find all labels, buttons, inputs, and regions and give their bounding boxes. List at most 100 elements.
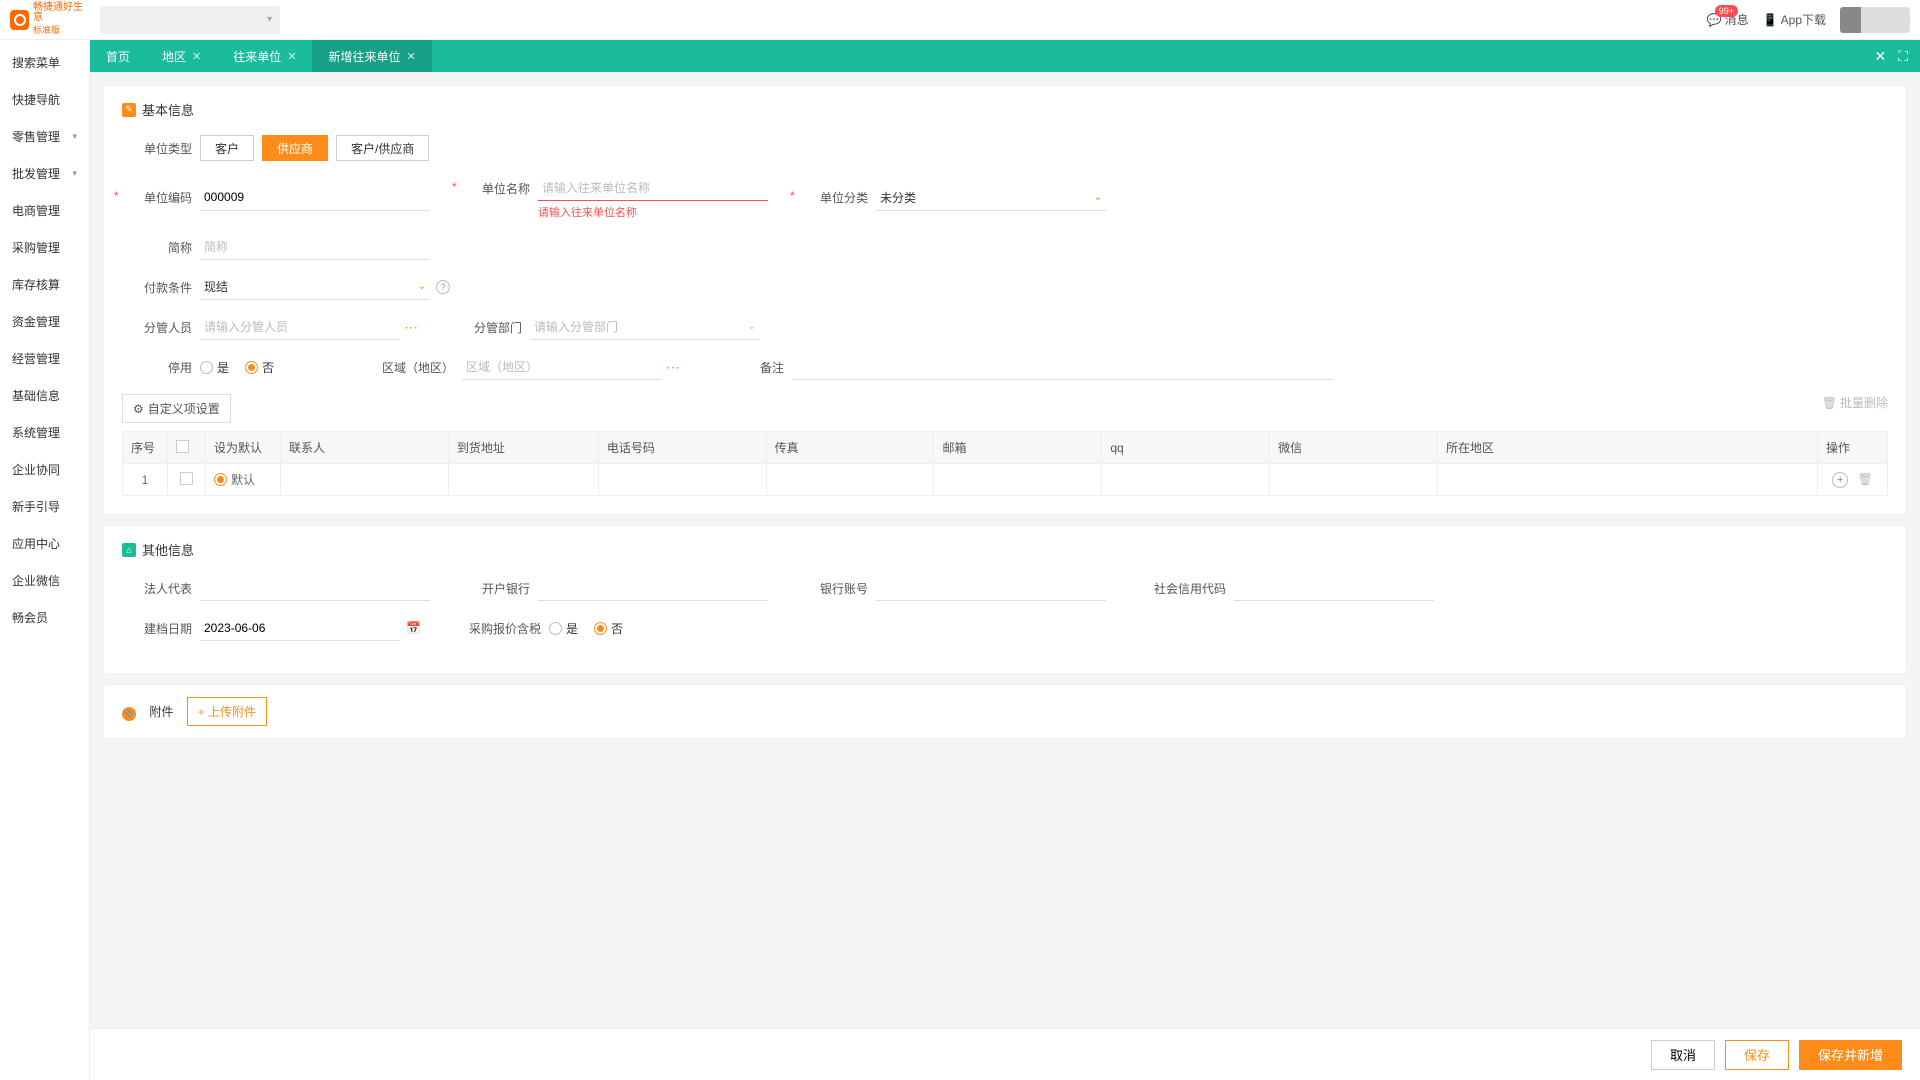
shortname-input[interactable] — [200, 234, 430, 260]
credit-label: 社会信用代码 — [1136, 580, 1226, 597]
legal-input[interactable] — [200, 575, 430, 601]
region-input[interactable] — [462, 354, 662, 380]
col-fax: 传真 — [766, 432, 934, 464]
manager-input[interactable] — [200, 314, 400, 340]
cell-email[interactable] — [934, 464, 1102, 496]
unit-type-customer[interactable]: 客户 — [200, 135, 254, 161]
close-icon[interactable]: ✕ — [407, 50, 416, 63]
unit-type-both[interactable]: 客户/供应商 — [336, 135, 429, 161]
other-info-title: 其他信息 — [142, 540, 194, 559]
cell-fax[interactable] — [766, 464, 934, 496]
dept-select[interactable]: 请输入分管部门 ⌄ — [530, 314, 760, 340]
manager-label: 分管人员 — [122, 319, 192, 336]
sidebar-item-11[interactable]: 企业协同 — [0, 451, 89, 488]
tab-2[interactable]: 往来单位✕ — [217, 40, 312, 72]
mobile-icon: 📱 — [1763, 13, 1778, 27]
col-wechat: 微信 — [1270, 432, 1438, 464]
messages-badge: 99+ — [1715, 5, 1738, 17]
filedate-input[interactable] — [200, 615, 400, 641]
cell-loc[interactable] — [1438, 464, 1818, 496]
region-label: 区域（地区） — [364, 359, 454, 376]
tab-3[interactable]: 新增往来单位✕ — [312, 40, 431, 72]
sidebar-item-7[interactable]: 资金管理 — [0, 303, 89, 340]
help-icon[interactable]: ? — [436, 280, 450, 294]
tax-yes-radio[interactable]: 是 — [549, 620, 578, 637]
cell-addr[interactable] — [448, 464, 598, 496]
sidebar-item-8[interactable]: 经营管理 — [0, 340, 89, 377]
cell-wechat[interactable] — [1270, 464, 1438, 496]
account-input[interactable] — [876, 575, 1106, 601]
sidebar-item-0[interactable]: 搜索菜单 — [0, 44, 89, 81]
table-row: 1 默认 — [123, 464, 1888, 496]
remark-input[interactable] — [792, 354, 1332, 380]
save-button[interactable]: 保存 — [1725, 1040, 1789, 1070]
tax-no-radio[interactable]: 否 — [594, 620, 623, 637]
unit-name-input[interactable] — [538, 175, 768, 201]
attachment-icon: 📎 — [122, 707, 136, 721]
contacts-table: 序号 设为默认 联系人 到货地址 电话号码 传真 邮箱 qq 微信 所在地区 — [122, 431, 1888, 496]
cell-contact[interactable] — [281, 464, 449, 496]
unit-code-input[interactable] — [200, 185, 430, 211]
sidebar-item-12[interactable]: 新手引导 — [0, 488, 89, 525]
unit-type-supplier[interactable]: 供应商 — [262, 135, 328, 161]
sidebar-item-4[interactable]: 电商管理 — [0, 192, 89, 229]
messages-button[interactable]: 💬 消息 99+ — [1707, 11, 1749, 28]
row-delete-button[interactable]: 🗑 — [1858, 472, 1873, 486]
row-default-radio[interactable]: 默认 — [214, 471, 272, 488]
unit-type-label: 单位类型 — [122, 140, 192, 157]
row-add-button[interactable]: + — [1832, 472, 1848, 488]
chevron-down-icon: ⌄ — [1094, 192, 1102, 203]
tab-0[interactable]: 首页 — [90, 40, 146, 72]
sidebar-item-5[interactable]: 采购管理 — [0, 229, 89, 266]
sidebar-item-14[interactable]: 企业微信 — [0, 562, 89, 599]
manager-picker-icon[interactable]: ⋯ — [400, 319, 422, 336]
cell-qq[interactable] — [1102, 464, 1270, 496]
user-avatar[interactable] — [1840, 7, 1910, 33]
logo-subtext: 标准版 — [33, 23, 90, 36]
calendar-icon[interactable]: 📅 — [406, 621, 421, 635]
close-icon[interactable]: ✕ — [192, 50, 201, 63]
stop-yes-radio[interactable]: 是 — [200, 359, 229, 376]
app-download-button[interactable]: 📱 App下载 — [1763, 11, 1826, 28]
close-icon[interactable]: ✕ — [287, 50, 296, 63]
sidebar-item-15[interactable]: 畅会员 — [0, 599, 89, 636]
sidebar-item-9[interactable]: 基础信息 — [0, 377, 89, 414]
unit-class-select[interactable]: 未分类 ⌄ — [876, 185, 1106, 211]
upload-attachment-button[interactable]: + 上传附件 — [187, 697, 267, 726]
row-checkbox[interactable] — [180, 472, 193, 485]
cell-phone[interactable] — [598, 464, 766, 496]
app-download-label: App下载 — [1781, 11, 1826, 28]
payterm-select[interactable]: 现结 ⌄ — [200, 274, 430, 300]
fullscreen-button[interactable]: ⛶ — [1898, 48, 1908, 65]
basic-info-title: 基本信息 — [142, 100, 194, 119]
sidebar-item-10[interactable]: 系统管理 — [0, 414, 89, 451]
top-header: 畅捷通好生意 标准版 ▾ 💬 消息 99+ 📱 App下载 — [0, 0, 1920, 40]
col-contact: 联系人 — [281, 432, 449, 464]
sidebar-item-13[interactable]: 应用中心 — [0, 525, 89, 562]
org-selector[interactable]: ▾ — [100, 6, 280, 34]
custom-fields-button[interactable]: ⚙ 自定义项设置 — [122, 394, 231, 423]
unit-name-label: 单位名称 — [460, 180, 530, 197]
sidebar-item-1[interactable]: 快捷导航 — [0, 81, 89, 118]
save-and-new-button[interactable]: 保存并新增 — [1799, 1040, 1902, 1070]
bank-input[interactable] — [538, 575, 768, 601]
filedate-label: 建档日期 — [122, 620, 192, 637]
credit-input[interactable] — [1234, 575, 1434, 601]
col-addr: 到货地址 — [448, 432, 598, 464]
sidebar-item-3[interactable]: 批发管理▾ — [0, 155, 89, 192]
shortname-label: 简称 — [122, 239, 192, 256]
region-picker-icon[interactable]: ⋯ — [662, 359, 684, 376]
sidebar-item-2[interactable]: 零售管理▾ — [0, 118, 89, 155]
tab-1[interactable]: 地区✕ — [146, 40, 217, 72]
stop-label: 停用 — [122, 359, 192, 376]
caret-down-icon: ▾ — [72, 168, 77, 179]
batch-delete-button[interactable]: 🗑 批量删除 — [1822, 394, 1888, 411]
sidebar-item-6[interactable]: 库存核算 — [0, 266, 89, 303]
stop-no-radio[interactable]: 否 — [245, 359, 274, 376]
unit-type-segment: 客户 供应商 客户/供应商 — [200, 135, 429, 161]
payterm-value: 现结 — [204, 278, 228, 295]
checkbox-all[interactable] — [176, 440, 189, 453]
close-all-tabs-button[interactable]: ✕ — [1874, 48, 1886, 65]
logo: 畅捷通好生意 标准版 — [10, 3, 90, 36]
cancel-button[interactable]: 取消 — [1651, 1040, 1715, 1070]
